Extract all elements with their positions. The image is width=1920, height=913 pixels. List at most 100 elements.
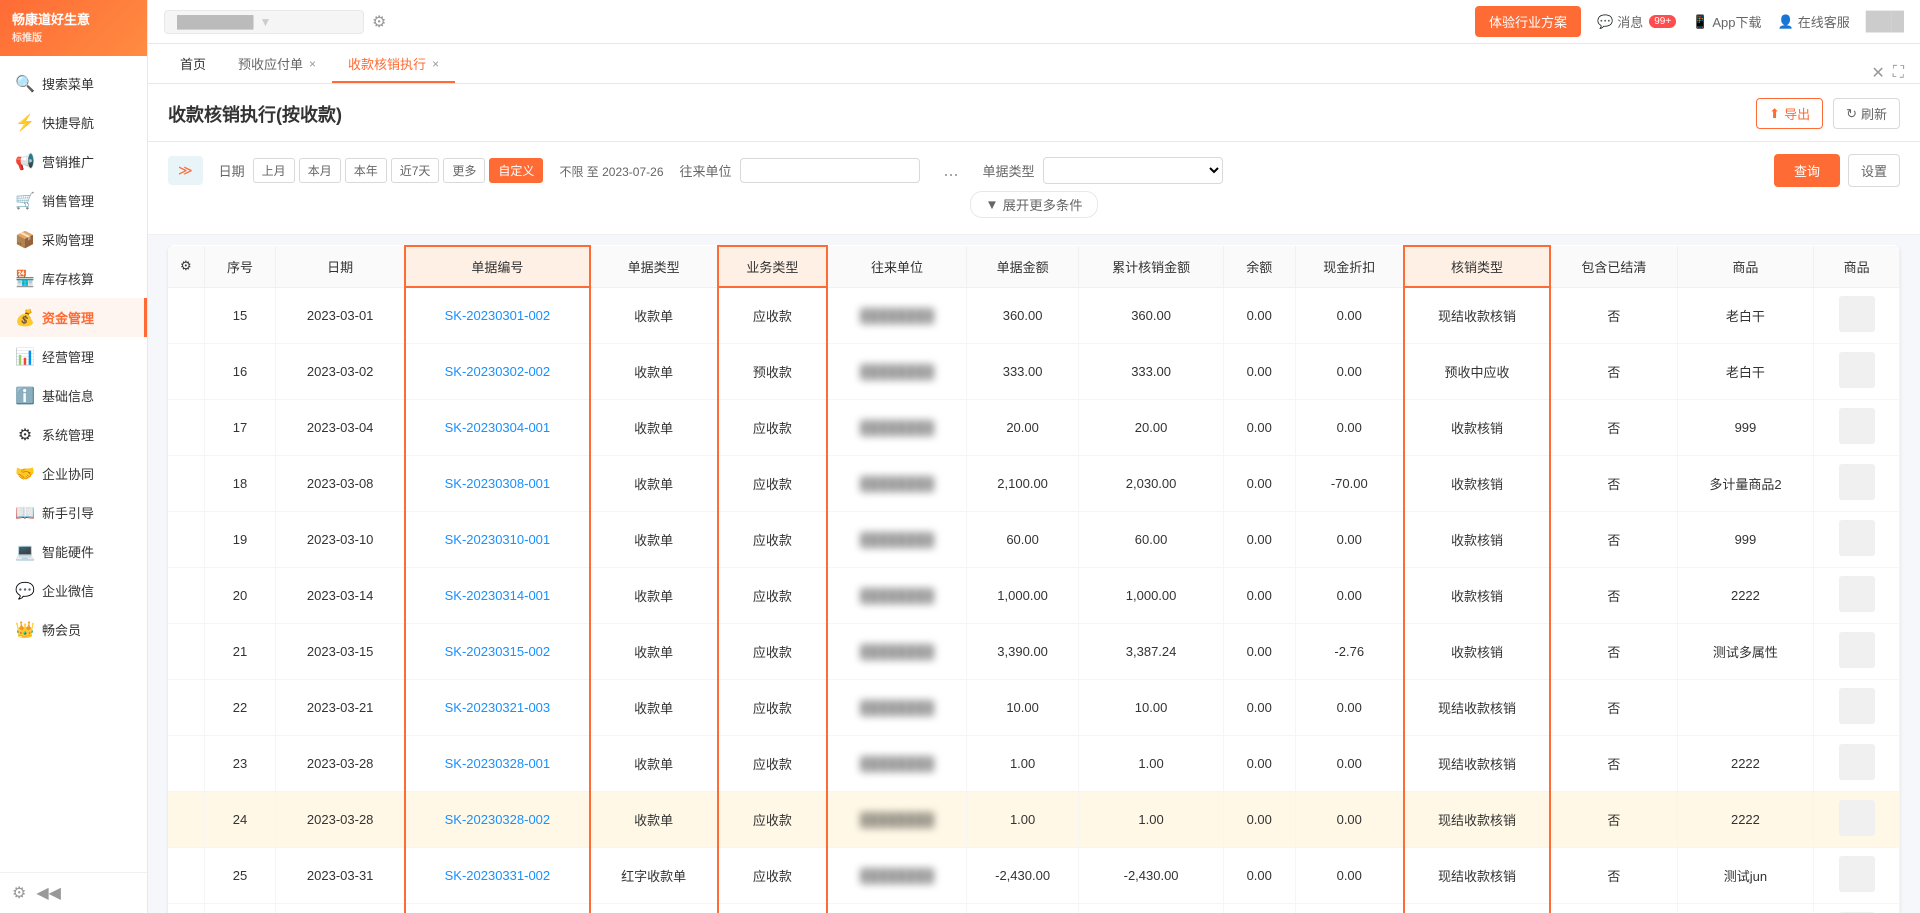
- bill-no-link[interactable]: SK-20230308-001: [445, 476, 551, 491]
- td-bill-type: 红字收款单: [590, 847, 718, 903]
- bill-no-link[interactable]: SK-20230321-003: [445, 700, 551, 715]
- page-header-actions: ⬆ 导出 ↻ 刷新: [1756, 98, 1900, 129]
- sidebar-item-9[interactable]: ⚙ 系统管理: [0, 415, 147, 454]
- td-verified: 333.00: [1079, 343, 1224, 399]
- th-include-settled: 包含已结清: [1550, 246, 1677, 287]
- td-index: 26: [204, 903, 276, 913]
- td-partner: ████████: [827, 847, 966, 903]
- sidebar-item-14[interactable]: 👑 畅会员: [0, 610, 147, 649]
- settings-icon[interactable]: ⚙: [12, 883, 26, 903]
- tab-actions: ✕ ⛶: [1871, 63, 1904, 83]
- bill-no-link[interactable]: SK-20230331-002: [445, 868, 551, 883]
- table-row: 23 2023-03-28 SK-20230328-001 收款单 应收款 ██…: [168, 735, 1900, 791]
- close-tab-icon[interactable]: ✕: [1871, 63, 1884, 83]
- sidebar-item-10[interactable]: 🤝 企业协同: [0, 454, 147, 493]
- partner-input[interactable]: [740, 158, 920, 183]
- table-row: 21 2023-03-15 SK-20230315-002 收款单 应收款 ██…: [168, 623, 1900, 679]
- app-download-area[interactable]: 📱 App下载: [1692, 12, 1761, 31]
- bill-no-link[interactable]: SK-20230301-002: [445, 308, 551, 323]
- sidebar-item-13[interactable]: 💬 企业微信: [0, 571, 147, 610]
- td-balance: 0.00: [1223, 623, 1295, 679]
- td-goods-img: [1814, 343, 1900, 399]
- tab-prepayment[interactable]: 预收应付单 ×: [222, 46, 332, 83]
- th-bill-no: 单据编号: [405, 246, 590, 287]
- btn-more-date[interactable]: 更多: [443, 158, 485, 183]
- btn-this-year[interactable]: 本年: [345, 158, 387, 183]
- sidebar-footer: ⚙ ◀◀: [0, 872, 147, 913]
- td-index: 15: [204, 287, 276, 343]
- td-index: 22: [204, 679, 276, 735]
- tab-close-receipt[interactable]: ×: [432, 57, 439, 71]
- bill-no-link[interactable]: SK-20230328-001: [445, 756, 551, 771]
- th-settings[interactable]: ⚙: [168, 246, 204, 287]
- btn-this-month[interactable]: 本月: [299, 158, 341, 183]
- collapse-icon[interactable]: ◀◀: [36, 883, 61, 903]
- td-discount: 0.00: [1295, 343, 1404, 399]
- page-content: 收款核销执行(按收款) ⬆ 导出 ↻ 刷新 ≫ 日期: [148, 84, 1920, 913]
- td-verified: 20.00: [1079, 903, 1224, 913]
- td-verify-type: 现结收款核销: [1404, 847, 1550, 903]
- td-verify-type: 收款核销: [1404, 567, 1550, 623]
- sidebar-item-6[interactable]: 💰 资金管理: [0, 298, 147, 337]
- filter-partner-item: 往来单位: [680, 158, 920, 183]
- bill-no-link[interactable]: SK-20230314-001: [445, 588, 551, 603]
- filter-date-btns: 上月 本月 本年 近7天 更多 自定义: [253, 158, 544, 183]
- td-goods-img: [1814, 623, 1900, 679]
- message-icon: 💬: [1597, 14, 1613, 30]
- td-goods: 测试多属性: [1677, 623, 1814, 679]
- sidebar-label-11: 新手引导: [42, 503, 94, 522]
- sidebar-label-12: 智能硬件: [42, 542, 94, 561]
- td-bill-type: 收款单: [590, 735, 718, 791]
- service-icon: 👤: [1778, 14, 1794, 30]
- btn-7days[interactable]: 近7天: [391, 158, 440, 183]
- bill-no-link[interactable]: SK-20230304-001: [445, 420, 551, 435]
- td-settings: [168, 343, 204, 399]
- td-verified: 3,387.24: [1079, 623, 1224, 679]
- table-header-row: ⚙ 序号 日期 单据编号 单据类型 业务类型 往来单位 单据金额 累计核销金额 …: [168, 246, 1900, 287]
- tab-receipt-verify[interactable]: 收款核销执行 ×: [332, 46, 455, 83]
- maximize-icon[interactable]: ⛶: [1893, 64, 1904, 82]
- th-balance: 余额: [1223, 246, 1295, 287]
- query-btn[interactable]: 查询: [1774, 154, 1840, 187]
- td-biz-type: 应收款: [718, 847, 828, 903]
- sidebar-item-0[interactable]: 🔍 搜索菜单: [0, 64, 147, 103]
- td-partner: ████████: [827, 511, 966, 567]
- filter-area: ≫ 日期 上月 本月 本年 近7天 更多 自定义 不限 至 2023-07-26: [148, 142, 1920, 235]
- sidebar-item-7[interactable]: 📊 经营管理: [0, 337, 147, 376]
- td-amount: 10.00: [966, 679, 1078, 735]
- setting-btn[interactable]: 设置: [1848, 154, 1900, 187]
- sidebar-item-1[interactable]: ⚡ 快捷导航: [0, 103, 147, 142]
- bill-no-link[interactable]: SK-20230302-002: [445, 364, 551, 379]
- td-partner: ████████: [827, 287, 966, 343]
- sidebar-item-3[interactable]: 🛒 销售管理: [0, 181, 147, 220]
- sidebar-icon-1: ⚡: [16, 114, 34, 132]
- td-bill-no: SK-20230302-002: [405, 343, 590, 399]
- gear-icon[interactable]: ⚙: [372, 12, 386, 32]
- tab-home[interactable]: 首页: [164, 46, 222, 83]
- bill-no-link[interactable]: SK-20230315-002: [445, 644, 551, 659]
- industry-btn[interactable]: 体验行业方案: [1475, 6, 1581, 37]
- filter-toggle-btn[interactable]: ≫: [168, 156, 203, 185]
- bill-no-link[interactable]: SK-20230310-001: [445, 532, 551, 547]
- receipt-type-label: 单据类型: [983, 161, 1035, 180]
- tab-close-prepayment[interactable]: ×: [309, 57, 316, 71]
- refresh-btn[interactable]: ↻ 刷新: [1833, 98, 1900, 129]
- btn-last-month[interactable]: 上月: [253, 158, 295, 183]
- sidebar-item-12[interactable]: 💻 智能硬件: [0, 532, 147, 571]
- export-btn[interactable]: ⬆ 导出: [1756, 98, 1823, 129]
- online-service-area[interactable]: 👤 在线客服: [1778, 12, 1850, 31]
- sidebar-item-8[interactable]: ℹ️ 基础信息: [0, 376, 147, 415]
- sidebar-item-5[interactable]: 🏪 库存核算: [0, 259, 147, 298]
- receipt-type-select[interactable]: [1043, 157, 1223, 184]
- sidebar-item-11[interactable]: 📖 新手引导: [0, 493, 147, 532]
- td-amount: 333.00: [966, 343, 1078, 399]
- message-icon-area[interactable]: 💬 消息 99+: [1597, 12, 1676, 31]
- sidebar-item-2[interactable]: 📢 营销推广: [0, 142, 147, 181]
- td-biz-type: 应收款: [718, 679, 828, 735]
- btn-custom-date[interactable]: 自定义: [489, 158, 543, 183]
- expand-more-btn[interactable]: ▼ 展开更多条件: [970, 191, 1097, 218]
- td-amount: 1.00: [966, 791, 1078, 847]
- sidebar-item-4[interactable]: 📦 采购管理: [0, 220, 147, 259]
- td-partner: ████████: [827, 567, 966, 623]
- bill-no-link[interactable]: SK-20230328-002: [445, 812, 551, 827]
